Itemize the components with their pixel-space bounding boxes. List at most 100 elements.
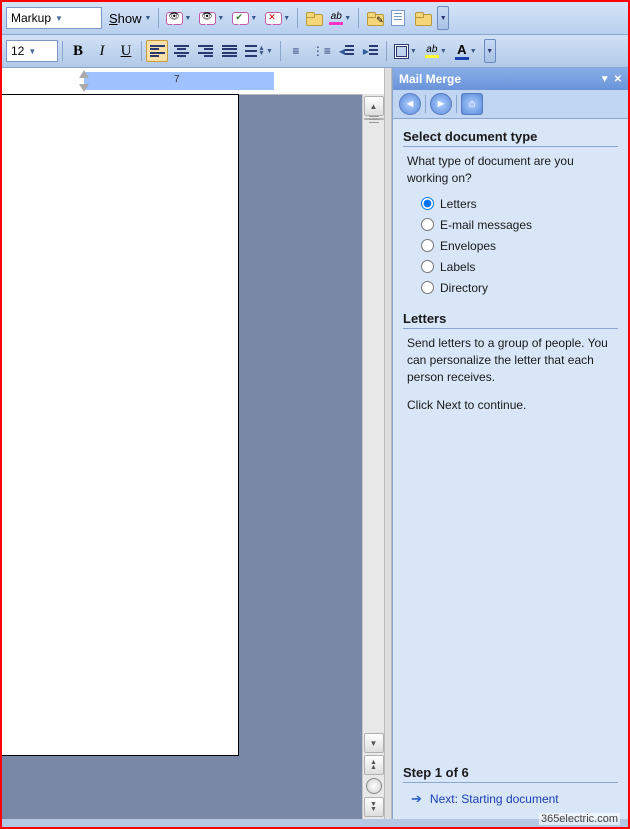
chevron-down-icon: ▼ [145, 15, 152, 22]
align-left-icon [150, 45, 165, 57]
separator [62, 41, 63, 61]
align-justify-button[interactable] [218, 40, 240, 62]
doc-type-question: What type of document are you working on… [407, 153, 614, 187]
align-right-button[interactable] [194, 40, 216, 62]
fontsize-value: 12 [11, 44, 24, 58]
track-changes-button[interactable]: ✎ [363, 7, 385, 29]
reject-change-button[interactable]: ▼ [262, 7, 293, 29]
horizontal-ruler[interactable]: 7 [34, 72, 274, 90]
scroll-down-button[interactable]: ▼ [364, 733, 384, 753]
show-menu-label: Show [107, 11, 144, 26]
nav-home-button[interactable]: ⌂ [461, 93, 483, 115]
taskpane-body: Select document type What type of docume… [393, 119, 628, 757]
separator [297, 8, 298, 28]
underline-button[interactable]: U [115, 40, 137, 62]
radio-envelopes[interactable]: Envelopes [421, 239, 618, 253]
toolbar-options-grip[interactable]: ▼ [484, 39, 496, 63]
align-left-button[interactable] [146, 40, 168, 62]
nav-back-button[interactable]: ◄ [399, 93, 421, 115]
split-doc-icon [391, 10, 405, 26]
radio-envelopes-input[interactable] [421, 239, 434, 252]
next-change-button[interactable]: ▼ [196, 7, 227, 29]
decrease-indent-icon [340, 45, 354, 57]
arrow-right-icon: ➔ [411, 791, 422, 807]
highlight-color-button[interactable]: ab ▼ [422, 40, 450, 62]
separator [425, 95, 426, 113]
align-right-icon [198, 45, 213, 57]
align-center-icon [174, 45, 189, 57]
scroll-up-button[interactable]: ▲ [364, 96, 384, 116]
separator [141, 41, 142, 61]
accept-change-button[interactable]: ▼ [229, 7, 260, 29]
radio-directory-label: Directory [440, 281, 488, 295]
italic-button[interactable]: I [91, 40, 113, 62]
markup-combo-label: Markup [11, 11, 51, 25]
toolbar-options-grip[interactable]: ▼ [437, 6, 449, 30]
highlight-color-icon: ab [425, 44, 439, 58]
vertical-scrollbar[interactable]: ▲ ▼ ▲▲ ▼▼ [362, 94, 384, 819]
indent-marker-bottom-icon[interactable] [79, 84, 89, 92]
highlight-button[interactable]: ab ▼ [326, 7, 354, 29]
protect-document-button[interactable] [411, 7, 433, 29]
letters-next-hint: Click Next to continue. [407, 397, 614, 414]
radio-letters[interactable]: Letters [421, 197, 618, 211]
mail-merge-taskpane: Mail Merge ▼ ✕ ◄ ► ⌂ Select document typ… [392, 68, 628, 819]
numbered-list-icon: ≡ [292, 44, 299, 58]
taskpane-close-icon[interactable]: ✕ [614, 74, 622, 85]
radio-letters-input[interactable] [421, 197, 434, 210]
radio-email[interactable]: E-mail messages [421, 218, 618, 232]
next-page-button[interactable]: ▼▼ [364, 797, 384, 817]
insert-comment-button[interactable] [302, 7, 324, 29]
document-page[interactable] [2, 94, 239, 756]
radio-directory-input[interactable] [421, 281, 434, 294]
separator [358, 8, 359, 28]
chevron-down-icon: ▼ [470, 48, 477, 55]
nav-forward-button[interactable]: ► [430, 93, 452, 115]
next-step-link[interactable]: ➔ Next: Starting document [411, 791, 618, 807]
markup-combo[interactable]: Markup ▼ [6, 7, 102, 29]
pane-splitter[interactable] [384, 68, 392, 819]
taskpane-title: Mail Merge [399, 72, 461, 86]
decrease-indent-button[interactable] [336, 40, 358, 62]
balloon-accept-icon [232, 12, 249, 25]
section-letters-heading: Letters [403, 311, 618, 329]
bulleted-list-button[interactable]: ⋮≡ [309, 40, 334, 62]
radio-email-input[interactable] [421, 218, 434, 231]
increase-indent-button[interactable] [360, 40, 382, 62]
scroll-thumb[interactable] [364, 118, 384, 120]
indent-marker-top-icon[interactable] [79, 70, 89, 78]
show-menu[interactable]: Show ▼ [104, 7, 154, 29]
separator [386, 41, 387, 61]
formatting-toolbar: 12 ▼ B I U ▲▼ ▼ ≡ ⋮≡ ▼ ab ▼ A [2, 35, 628, 68]
bold-button[interactable]: B [67, 40, 89, 62]
prev-change-button[interactable]: ▼ [163, 7, 194, 29]
workspace: 7 ▲ ▼ ▲▲ ▼▼ [2, 68, 628, 819]
line-spacing-button[interactable]: ▲▼ ▼ [242, 40, 276, 62]
align-center-button[interactable] [170, 40, 192, 62]
radio-directory[interactable]: Directory [421, 281, 618, 295]
taskpane-menu-icon[interactable]: ▼ [600, 74, 610, 85]
radio-labels-label: Labels [440, 260, 475, 274]
radio-labels[interactable]: Labels [421, 260, 618, 274]
taskpane-titlebar: Mail Merge ▼ ✕ [393, 68, 628, 90]
fontsize-combo[interactable]: 12 ▼ [6, 40, 58, 62]
radio-labels-input[interactable] [421, 260, 434, 273]
chevron-down-icon: ▼ [55, 14, 63, 23]
chevron-down-icon: ▼ [344, 15, 351, 22]
font-color-icon: A [455, 42, 469, 60]
section-select-doc-type-heading: Select document type [403, 129, 618, 147]
borders-button[interactable]: ▼ [391, 40, 420, 62]
reviewing-pane-button[interactable] [387, 7, 409, 29]
highlight-icon: ab [329, 11, 343, 25]
ruler-num: 7 [174, 74, 180, 85]
numbered-list-button[interactable]: ≡ [285, 40, 307, 62]
previous-page-button[interactable]: ▲▲ [364, 755, 384, 775]
font-color-button[interactable]: A ▼ [452, 40, 480, 62]
select-browse-object-button[interactable] [366, 778, 382, 794]
step-indicator: Step 1 of 6 [403, 765, 618, 783]
radio-letters-label: Letters [440, 197, 477, 211]
balloon-next-icon [199, 12, 216, 25]
chevron-down-icon: ▼ [410, 48, 417, 55]
chevron-down-icon: ▼ [440, 48, 447, 55]
next-step-label: Next: Starting document [430, 792, 559, 806]
